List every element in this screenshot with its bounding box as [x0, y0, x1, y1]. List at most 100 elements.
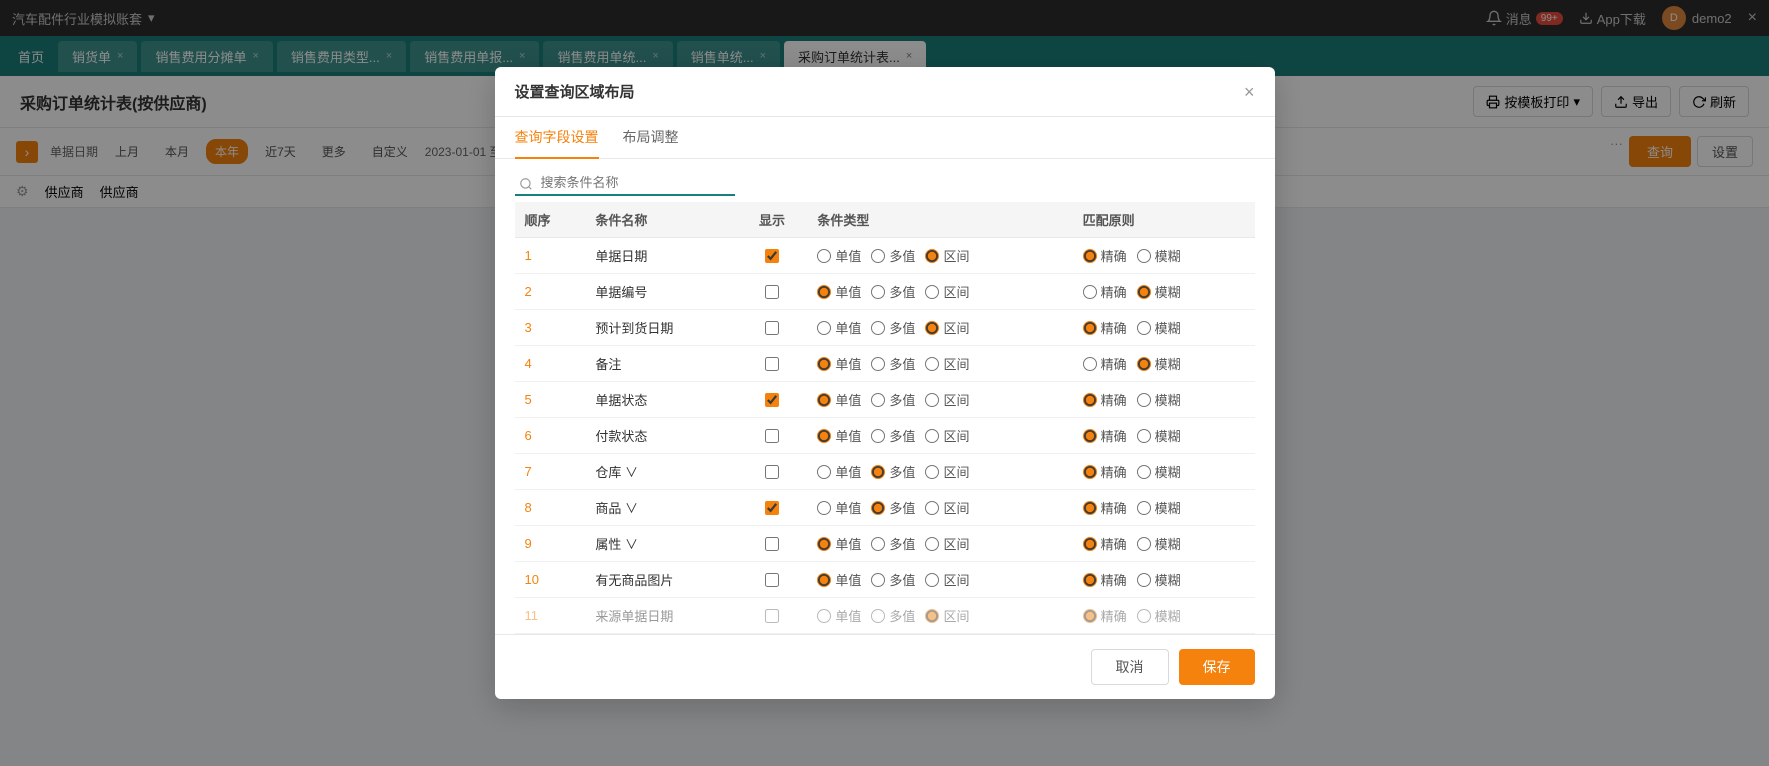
type-radio-单值[interactable]: 单值 — [817, 318, 861, 337]
match-radio-精确[interactable]: 精确 — [1083, 390, 1127, 409]
type-radio-input-单值[interactable] — [817, 393, 831, 407]
match-radio-input-精确[interactable] — [1083, 285, 1097, 299]
type-radio-input-多值[interactable] — [871, 393, 885, 407]
type-radio-input-单值[interactable] — [817, 501, 831, 515]
cancel-button[interactable]: 取消 — [1091, 649, 1169, 685]
match-radio-input-模糊[interactable] — [1137, 501, 1151, 515]
match-radio-input-精确[interactable] — [1083, 321, 1097, 335]
match-radio-input-精确[interactable] — [1083, 573, 1097, 587]
match-radio-input-精确[interactable] — [1083, 537, 1097, 551]
type-radio-input-单值[interactable] — [817, 285, 831, 299]
type-radio-区间[interactable]: 区间 — [925, 354, 969, 373]
type-radio-单值[interactable]: 单值 — [817, 246, 861, 265]
tab-layout[interactable]: 布局调整 — [623, 117, 679, 159]
type-radio-区间[interactable]: 区间 — [925, 570, 969, 589]
type-radio-input-单值[interactable] — [817, 357, 831, 371]
type-radio-单值[interactable]: 单值 — [817, 534, 861, 553]
match-radio-精确[interactable]: 精确 — [1083, 498, 1127, 517]
type-radio-input-区间[interactable] — [925, 537, 939, 551]
match-radio-input-模糊[interactable] — [1137, 609, 1151, 623]
match-radio-精确[interactable]: 精确 — [1083, 246, 1127, 265]
match-radio-模糊[interactable]: 模糊 — [1137, 354, 1181, 373]
type-radio-input-多值[interactable] — [871, 249, 885, 263]
type-radio-input-单值[interactable] — [817, 537, 831, 551]
type-radio-多值[interactable]: 多值 — [871, 246, 915, 265]
type-radio-input-区间[interactable] — [925, 249, 939, 263]
match-radio-input-模糊[interactable] — [1137, 249, 1151, 263]
type-radio-多值[interactable]: 多值 — [871, 462, 915, 481]
type-radio-多值[interactable]: 多值 — [871, 426, 915, 445]
match-radio-精确[interactable]: 精确 — [1083, 282, 1127, 301]
type-radio-input-多值[interactable] — [871, 285, 885, 299]
display-checkbox[interactable] — [765, 501, 779, 515]
type-radio-多值[interactable]: 多值 — [871, 354, 915, 373]
type-radio-input-单值[interactable] — [817, 249, 831, 263]
type-radio-input-多值[interactable] — [871, 609, 885, 623]
type-radio-input-区间[interactable] — [925, 465, 939, 479]
match-radio-input-模糊[interactable] — [1137, 357, 1151, 371]
type-radio-区间[interactable]: 区间 — [925, 534, 969, 553]
match-radio-精确[interactable]: 精确 — [1083, 570, 1127, 589]
type-radio-单值[interactable]: 单值 — [817, 354, 861, 373]
match-radio-input-精确[interactable] — [1083, 429, 1097, 443]
match-radio-模糊[interactable]: 模糊 — [1137, 246, 1181, 265]
display-checkbox[interactable] — [765, 429, 779, 443]
type-radio-input-区间[interactable] — [925, 393, 939, 407]
display-checkbox[interactable] — [765, 465, 779, 479]
type-radio-input-单值[interactable] — [817, 573, 831, 587]
type-radio-区间[interactable]: 区间 — [925, 246, 969, 265]
match-radio-模糊[interactable]: 模糊 — [1137, 498, 1181, 517]
type-radio-区间[interactable]: 区间 — [925, 498, 969, 517]
display-checkbox[interactable] — [765, 609, 779, 623]
display-checkbox[interactable] — [765, 393, 779, 407]
match-radio-input-精确[interactable] — [1083, 393, 1097, 407]
type-radio-input-单值[interactable] — [817, 429, 831, 443]
type-radio-单值[interactable]: 单值 — [817, 426, 861, 445]
type-radio-区间[interactable]: 区间 — [925, 282, 969, 301]
type-radio-区间[interactable]: 区间 — [925, 318, 969, 337]
type-radio-单值[interactable]: 单值 — [817, 462, 861, 481]
type-radio-单值[interactable]: 单值 — [817, 570, 861, 589]
match-radio-input-精确[interactable] — [1083, 609, 1097, 623]
match-radio-input-精确[interactable] — [1083, 249, 1097, 263]
match-radio-模糊[interactable]: 模糊 — [1137, 534, 1181, 553]
match-radio-模糊[interactable]: 模糊 — [1137, 282, 1181, 301]
type-radio-多值[interactable]: 多值 — [871, 390, 915, 409]
match-radio-模糊[interactable]: 模糊 — [1137, 462, 1181, 481]
type-radio-单值[interactable]: 单值 — [817, 390, 861, 409]
match-radio-精确[interactable]: 精确 — [1083, 426, 1127, 445]
match-radio-模糊[interactable]: 模糊 — [1137, 426, 1181, 445]
type-radio-区间[interactable]: 区间 — [925, 606, 969, 625]
type-radio-单值[interactable]: 单值 — [817, 282, 861, 301]
type-radio-多值[interactable]: 多值 — [871, 498, 915, 517]
type-radio-input-区间[interactable] — [925, 429, 939, 443]
match-radio-模糊[interactable]: 模糊 — [1137, 570, 1181, 589]
type-radio-input-单值[interactable] — [817, 465, 831, 479]
type-radio-input-区间[interactable] — [925, 609, 939, 623]
type-radio-多值[interactable]: 多值 — [871, 318, 915, 337]
tab-fields[interactable]: 查询字段设置 — [515, 117, 599, 159]
type-radio-input-多值[interactable] — [871, 573, 885, 587]
match-radio-input-精确[interactable] — [1083, 465, 1097, 479]
match-radio-input-精确[interactable] — [1083, 357, 1097, 371]
type-radio-多值[interactable]: 多值 — [871, 534, 915, 553]
type-radio-单值[interactable]: 单值 — [817, 606, 861, 625]
display-checkbox[interactable] — [765, 537, 779, 551]
type-radio-区间[interactable]: 区间 — [925, 462, 969, 481]
match-radio-input-模糊[interactable] — [1137, 537, 1151, 551]
type-radio-input-区间[interactable] — [925, 321, 939, 335]
type-radio-多值[interactable]: 多值 — [871, 606, 915, 625]
match-radio-精确[interactable]: 精确 — [1083, 606, 1127, 625]
type-radio-input-单值[interactable] — [817, 321, 831, 335]
display-checkbox[interactable] — [765, 321, 779, 335]
type-radio-input-多值[interactable] — [871, 501, 885, 515]
display-checkbox[interactable] — [765, 357, 779, 371]
match-radio-模糊[interactable]: 模糊 — [1137, 318, 1181, 337]
type-radio-input-多值[interactable] — [871, 429, 885, 443]
match-radio-精确[interactable]: 精确 — [1083, 462, 1127, 481]
type-radio-input-区间[interactable] — [925, 285, 939, 299]
search-input[interactable] — [515, 171, 735, 196]
type-radio-input-多值[interactable] — [871, 537, 885, 551]
display-checkbox[interactable] — [765, 249, 779, 263]
match-radio-模糊[interactable]: 模糊 — [1137, 606, 1181, 625]
